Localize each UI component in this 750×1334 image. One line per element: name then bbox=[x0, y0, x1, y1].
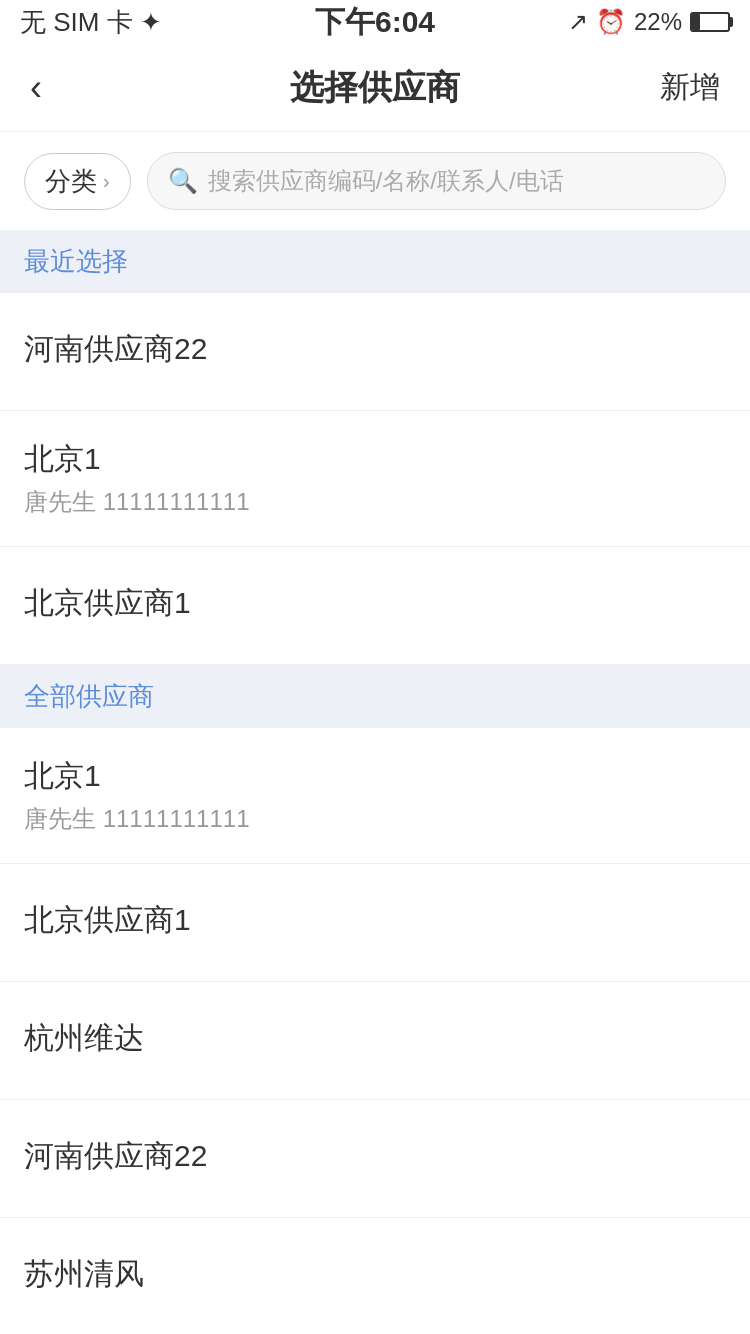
status-right: ↗ ⏰ 22% bbox=[568, 8, 730, 36]
item-name: 杭州维达 bbox=[24, 1018, 726, 1059]
item-name: 北京供应商1 bbox=[24, 583, 726, 624]
no-sim-label: 无 SIM 卡 ✦ bbox=[20, 5, 162, 40]
status-time: 下午6:04 bbox=[315, 2, 435, 43]
search-icon: 🔍 bbox=[168, 167, 198, 195]
search-box[interactable]: 🔍 搜索供应商编码/名称/联系人/电话 bbox=[147, 152, 726, 210]
section-header-all: 全部供应商 bbox=[0, 665, 750, 728]
item-name: 北京供应商1 bbox=[24, 900, 726, 941]
item-name: 河南供应商22 bbox=[24, 329, 726, 370]
category-button[interactable]: 分类 › bbox=[24, 153, 131, 210]
back-button[interactable]: ‹ bbox=[30, 67, 90, 109]
nav-bar: ‹ 选择供应商 新增 bbox=[0, 44, 750, 132]
supplier-list: 最近选择河南供应商22 北京1 唐先生 11111111111 北京供应商1 全部供应商… bbox=[0, 230, 750, 1334]
battery-icon bbox=[690, 12, 730, 32]
status-left: 无 SIM 卡 ✦ bbox=[20, 5, 162, 40]
category-label: 分类 bbox=[45, 164, 97, 199]
item-name: 北京1 bbox=[24, 439, 726, 480]
list-item[interactable]: 河南供应商22 bbox=[0, 293, 750, 411]
section-header-recent: 最近选择 bbox=[0, 230, 750, 293]
location-icon: ↗ bbox=[568, 8, 588, 36]
item-name: 河南供应商22 bbox=[24, 1136, 726, 1177]
filter-bar: 分类 › 🔍 搜索供应商编码/名称/联系人/电话 bbox=[0, 132, 750, 230]
item-name: 苏州清风 bbox=[24, 1254, 726, 1295]
list-item[interactable]: 北京1 唐先生 11111111111 bbox=[0, 728, 750, 864]
alarm-icon: ⏰ bbox=[596, 8, 626, 36]
status-bar: 无 SIM 卡 ✦ 下午6:04 ↗ ⏰ 22% bbox=[0, 0, 750, 44]
list-item[interactable]: 北京供应商1 bbox=[0, 547, 750, 665]
list-item[interactable]: 杭州维达 bbox=[0, 982, 750, 1100]
page-title: 选择供应商 bbox=[290, 65, 460, 111]
item-subtitle: 唐先生 11111111111 bbox=[24, 803, 726, 835]
list-item[interactable]: 河南供应商22 bbox=[0, 1100, 750, 1218]
list-item[interactable]: 北京1 唐先生 11111111111 bbox=[0, 411, 750, 547]
chevron-right-icon: › bbox=[103, 170, 110, 193]
add-button[interactable]: 新增 bbox=[660, 67, 720, 108]
item-name: 北京1 bbox=[24, 756, 726, 797]
item-subtitle: 唐先生 11111111111 bbox=[24, 486, 726, 518]
search-placeholder: 搜索供应商编码/名称/联系人/电话 bbox=[208, 165, 564, 197]
battery-label: 22% bbox=[634, 8, 682, 36]
list-item[interactable]: 北京供应商1 bbox=[0, 864, 750, 982]
list-item[interactable]: 苏州清风 bbox=[0, 1218, 750, 1334]
